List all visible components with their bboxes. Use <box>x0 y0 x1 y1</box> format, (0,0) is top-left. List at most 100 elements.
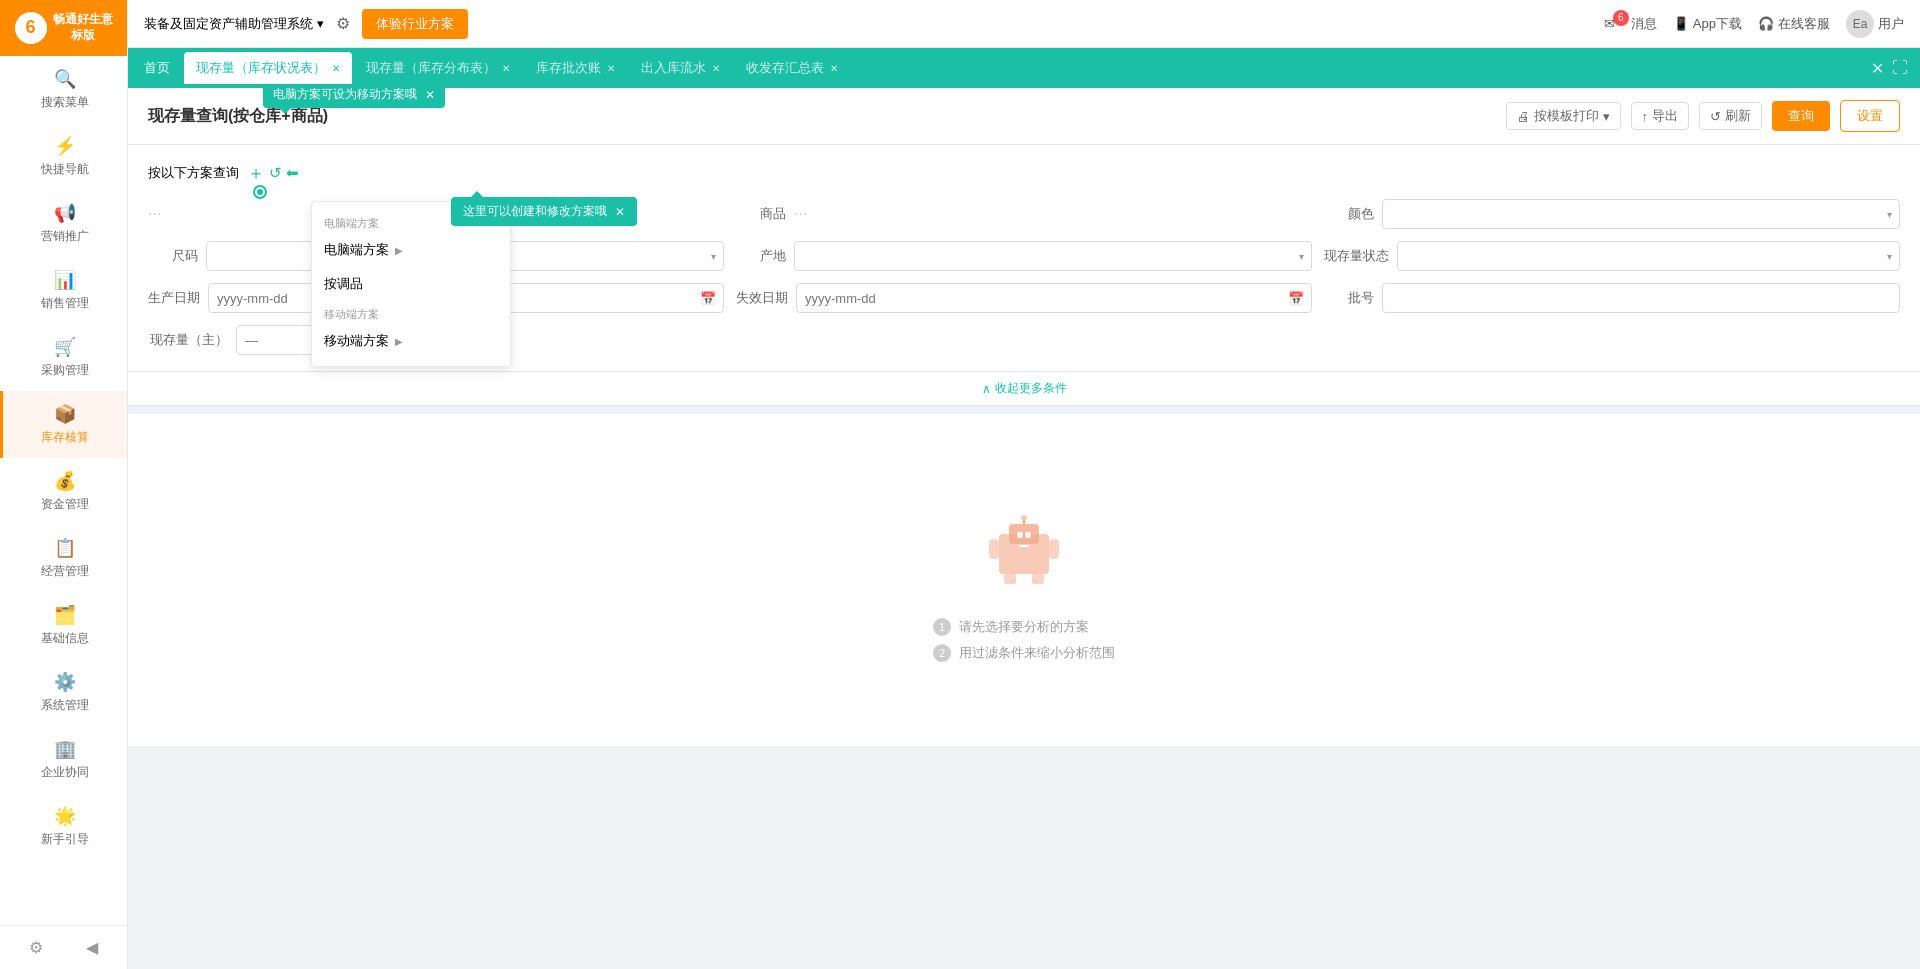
expire-date-input[interactable] <box>796 283 1312 313</box>
system-name-dropdown[interactable]: 装备及固定资产辅助管理系统 ▾ <box>144 15 324 33</box>
tab-home[interactable]: 首页 <box>132 59 182 77</box>
query-btn[interactable]: 查询 <box>1772 101 1830 131</box>
origin-label: 产地 <box>736 247 786 265</box>
svg-rect-10 <box>1032 574 1044 584</box>
scheme-group-mobile-label: 移动端方案 <box>312 301 510 324</box>
tab-batch-ledger[interactable]: 库存批次账 ✕ <box>524 52 627 84</box>
svg-rect-8 <box>1049 539 1059 559</box>
filter-add-btn[interactable]: ＋ <box>247 161 265 185</box>
warehouse-dots[interactable]: ··· <box>148 205 161 223</box>
sidebar-item-label: 资金管理 <box>41 496 89 513</box>
sidebar-item-purchase[interactable]: 🛒 采购管理 <box>0 324 127 391</box>
tooltip1-close[interactable]: ✕ <box>425 88 435 102</box>
user-menu[interactable]: Ea 用户 <box>1846 10 1904 38</box>
color-label: 颜色 <box>1324 205 1374 223</box>
color-select-wrapper: ▾ <box>1382 199 1900 229</box>
sidebar-item-sales[interactable]: 📊 销售管理 <box>0 257 127 324</box>
sidebar-item-label: 营销推广 <box>41 228 89 245</box>
logo-line1: 畅通好生意 <box>53 12 113 28</box>
sidebar: 6 畅通好生意 标版 🔍 搜索菜单 ⚡ 快捷导航 📢 营销推广 📊 销售管理 🛒… <box>0 0 128 969</box>
sidebar-item-operations[interactable]: 📋 经营管理 <box>0 525 127 592</box>
inv-status-select[interactable] <box>1397 241 1900 271</box>
sidebar-item-label: 库存核算 <box>41 429 89 446</box>
scheme-item-label: 电脑端方案 <box>324 241 389 259</box>
tab-inventory-status[interactable]: 现存量（库存状况表） ✕ <box>184 52 352 84</box>
filter-field-inv-status: 现存量状态 ▾ <box>1324 241 1900 271</box>
scheme-item-pc[interactable]: 电脑端方案 ▶ <box>312 233 510 267</box>
tab-label: 出入库流水 <box>641 59 706 77</box>
tab-expand-btn[interactable]: ⛶ <box>1892 59 1908 78</box>
empty-illustration <box>974 494 1074 594</box>
svg-rect-7 <box>989 539 999 559</box>
sidebar-item-search[interactable]: 🔍 搜索菜单 <box>0 56 127 123</box>
produce-date-label: 生产日期 <box>148 289 200 307</box>
tip-text-2: 用过滤条件来缩小分析范围 <box>959 640 1115 666</box>
print-btn[interactable]: 🖨 按模板打印 ▾ <box>1506 102 1621 130</box>
sidebar-item-marketing[interactable]: 📢 营销推广 <box>0 190 127 257</box>
scheme-item-mobile[interactable]: 移动端方案 ▶ <box>312 324 510 358</box>
marketing-icon: 📢 <box>54 202 76 224</box>
notification-badge: 6 <box>1613 10 1629 26</box>
filter-field-origin: 产地 ▾ <box>736 241 1312 271</box>
sidebar-item-enterprise[interactable]: 🏢 企业协同 <box>0 726 127 793</box>
tab-inventory-dist[interactable]: 现存量（库存分布表） ✕ <box>354 52 522 84</box>
tab-close-all-btn[interactable]: ✕ <box>1871 59 1884 78</box>
sidebar-item-label: 销售管理 <box>41 295 89 312</box>
notification-btn[interactable]: ✉ 6 消息 <box>1604 15 1657 33</box>
filter-field-expire-date: 失效日期 📅 <box>736 283 1312 313</box>
quicknav-icon: ⚡ <box>54 135 76 157</box>
empty-tips: 1 请先选择要分析的方案 2 用过滤条件来缩小分析范围 <box>933 614 1115 666</box>
refresh-btn[interactable]: ↺ 刷新 <box>1699 102 1762 130</box>
expire-date-cal-icon[interactable]: 📅 <box>1288 291 1304 306</box>
tab-inout-flow[interactable]: 出入库流水 ✕ <box>629 52 732 84</box>
headset-icon: 🎧 <box>1758 16 1774 31</box>
app-download-btn[interactable]: 📱 App下载 <box>1673 15 1742 33</box>
header-settings-btn[interactable]: ⚙ <box>336 14 350 33</box>
scheme-item-label: 按调品 <box>324 275 363 293</box>
color-select[interactable] <box>1382 199 1900 229</box>
filter-field-batch: 批号 <box>1324 283 1900 313</box>
origin-select[interactable] <box>794 241 1312 271</box>
tab-close-batch-ledger[interactable]: ✕ <box>607 63 615 74</box>
tab-close-inventory-dist[interactable]: ✕ <box>502 63 510 74</box>
tab-label: 现存量（库存分布表） <box>366 59 496 77</box>
tab-close-collect-summary[interactable]: ✕ <box>830 63 838 74</box>
sidebar-item-guide[interactable]: 🌟 新手引导 <box>0 793 127 860</box>
print-dropdown-icon: ▾ <box>1603 109 1610 124</box>
sidebar-collapse-btn[interactable]: ◀ <box>86 938 98 957</box>
batch-input[interactable] <box>1382 283 1900 313</box>
product-dots[interactable]: ··· <box>794 205 807 223</box>
svg-rect-3 <box>1025 532 1031 538</box>
produce-date-cal-icon[interactable]: 📅 <box>700 291 716 306</box>
sidebar-item-label: 企业协同 <box>41 764 89 781</box>
tab-collect-summary[interactable]: 收发存汇总表 ✕ <box>734 52 850 84</box>
online-support-btn[interactable]: 🎧 在线客服 <box>1758 15 1830 33</box>
tab-label: 收发存汇总表 <box>746 59 824 77</box>
tab-close-inventory-status[interactable]: ✕ <box>332 63 340 74</box>
sidebar-item-inventory[interactable]: 📦 库存核算 <box>0 391 127 458</box>
filter-refresh-btn[interactable]: ↺ <box>269 164 282 182</box>
scheme-item-product[interactable]: 按调品 <box>312 267 510 301</box>
main-content: 装备及固定资产辅助管理系统 ▾ ⚙ 体验行业方案 ✉ 6 消息 📱 App下载 … <box>128 0 1920 969</box>
svg-rect-2 <box>1017 532 1023 538</box>
sidebar-item-finance[interactable]: 💰 资金管理 <box>0 458 127 525</box>
sidebar-item-system[interactable]: ⚙️ 系统管理 <box>0 659 127 726</box>
expire-date-label: 失效日期 <box>736 289 788 307</box>
tooltip2-text: 这里可以创建和修改方案哦 <box>463 203 607 220</box>
sidebar-item-basic[interactable]: 🗂️ 基础信息 <box>0 592 127 659</box>
export-btn[interactable]: ↑ 导出 <box>1631 102 1690 130</box>
reset-btn[interactable]: 设置 <box>1840 100 1900 132</box>
tooltip2-close[interactable]: ✕ <box>615 205 625 219</box>
refresh-label: 刷新 <box>1725 107 1751 125</box>
industry-btn[interactable]: 体验行业方案 <box>362 9 468 39</box>
filter-back-btn[interactable]: ⬅ <box>286 164 299 182</box>
sidebar-item-label: 基础信息 <box>41 630 89 647</box>
sidebar-settings-btn[interactable]: ⚙ <box>29 938 43 957</box>
guide-icon: 🌟 <box>54 805 76 827</box>
tab-close-inout-flow[interactable]: ✕ <box>712 63 720 74</box>
collapse-bar[interactable]: ∧ 收起更多条件 <box>128 372 1920 406</box>
finance-icon: 💰 <box>54 470 76 492</box>
sidebar-item-quicknav[interactable]: ⚡ 快捷导航 <box>0 123 127 190</box>
empty-state: 1 请先选择要分析的方案 2 用过滤条件来缩小分析范围 <box>128 414 1920 746</box>
dropdown-icon: ▾ <box>317 16 324 31</box>
